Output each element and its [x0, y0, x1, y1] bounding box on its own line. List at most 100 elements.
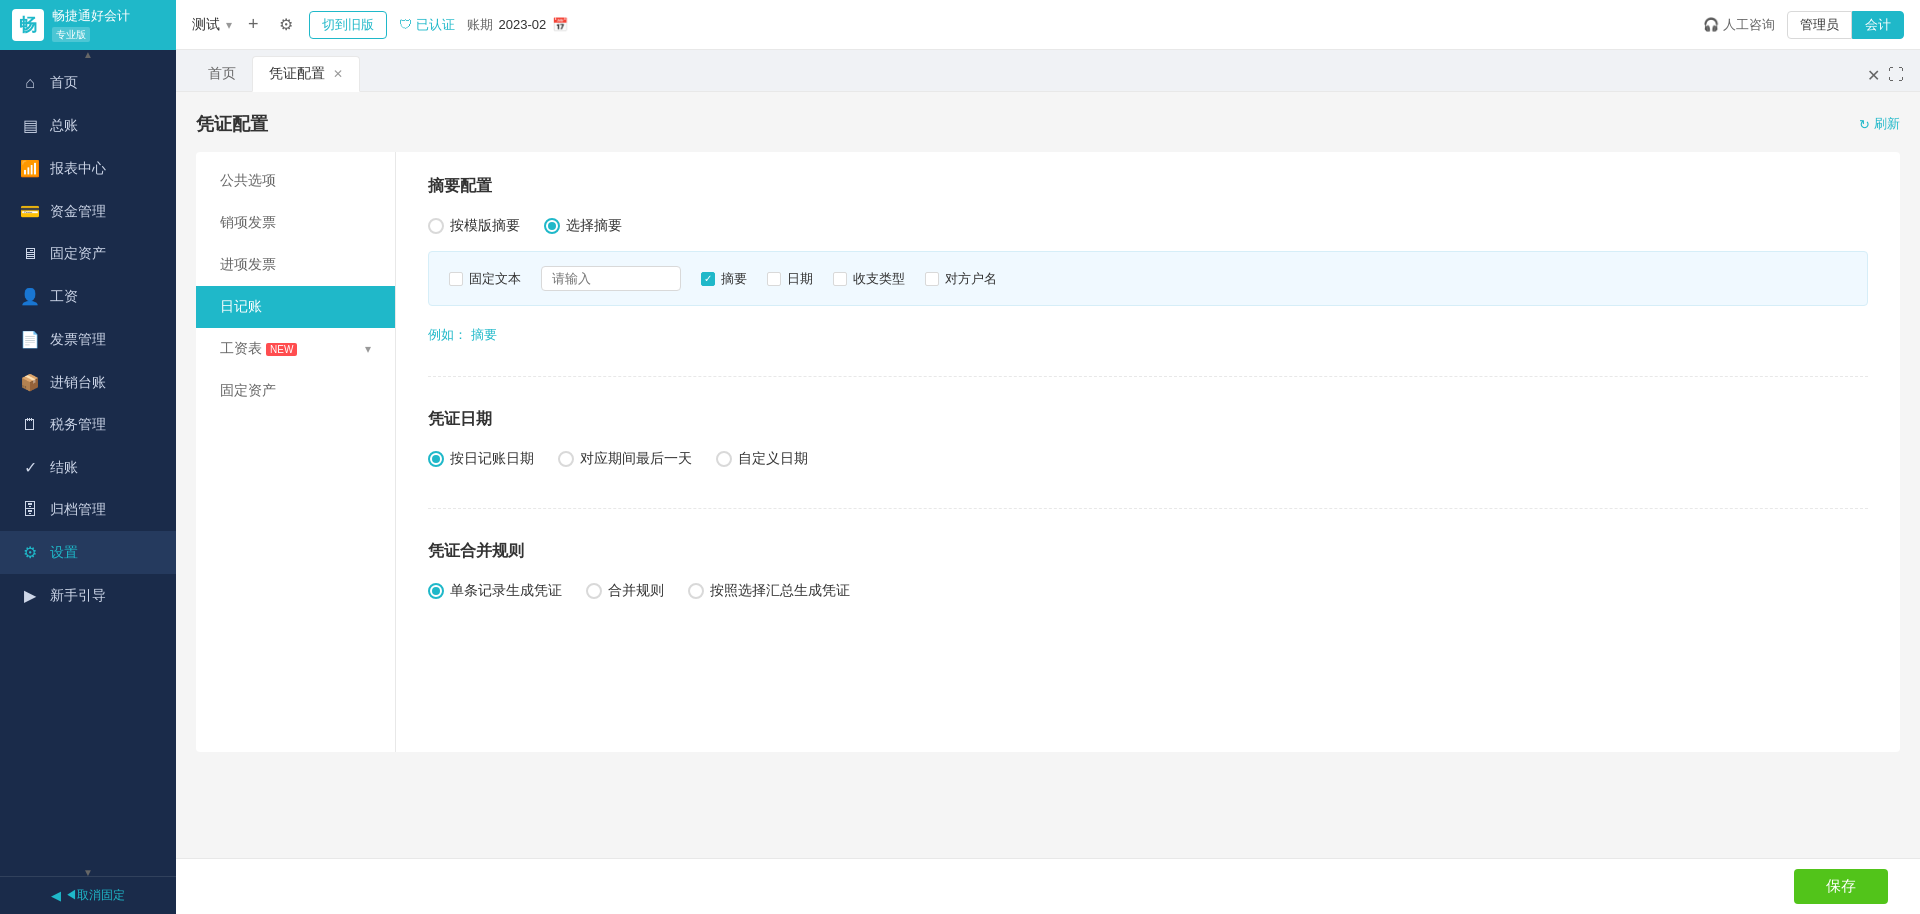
left-nav: 公共选项 销项发票 进项发票 日记账 工资表 NEW	[196, 152, 396, 752]
settings-gear-icon[interactable]: ⚙	[275, 11, 297, 38]
checkbox-pay-type-box	[833, 272, 847, 286]
sidebar-nav: ⌂ 首页 ▤ 总账 📶 报表中心 💳 资金管理 🖥 固定资产 👤 工资 📄 发票…	[0, 58, 176, 868]
radio-period-last-circle	[558, 451, 574, 467]
radio-custom-date[interactable]: 自定义日期	[716, 450, 808, 468]
archive-icon: 🗄	[20, 501, 40, 519]
example-row: 例如： 摘要	[428, 318, 1868, 352]
calendar-icon: 📅	[552, 17, 568, 32]
checkbox-summary[interactable]: ✓ 摘要	[701, 270, 747, 288]
tab-close-button[interactable]: ✕	[1867, 66, 1880, 85]
merge-radio-group: 单条记录生成凭证 合并规则 按照选择汇总生成凭证	[428, 582, 1868, 600]
checkbox-fixed-text-box	[449, 272, 463, 286]
asset-icon: 🖥	[20, 245, 40, 263]
payroll-chevron-icon: ▾	[365, 342, 371, 356]
sidebar-logo: 畅 畅捷通好会计 专业版	[0, 0, 176, 50]
left-nav-item-diary[interactable]: 日记账	[196, 286, 395, 328]
fund-icon: 💳	[20, 202, 40, 221]
sidebar-item-close[interactable]: ✓ 结账	[0, 446, 176, 489]
checkbox-fixed-text[interactable]: 固定文本	[449, 270, 521, 288]
role-button[interactable]: 会计	[1852, 11, 1904, 39]
left-nav-item-payroll[interactable]: 工资表 NEW ▾	[196, 328, 395, 370]
sidebar-item-sales[interactable]: 📦 进销台账	[0, 361, 176, 404]
sidebar-item-settings[interactable]: ⚙ 设置	[0, 531, 176, 574]
content-scroll: 凭证配置 ↻ 刷新 公共选项 销项发票	[176, 92, 1920, 914]
left-nav-item-sales-invoice[interactable]: 销项发票	[196, 202, 395, 244]
left-nav-item-public[interactable]: 公共选项	[196, 160, 395, 202]
left-nav-item-purchase-invoice[interactable]: 进项发票	[196, 244, 395, 286]
salary-icon: 👤	[20, 287, 40, 306]
home-icon: ⌂	[20, 74, 40, 92]
sales-icon: 📦	[20, 373, 40, 392]
save-button[interactable]: 保存	[1794, 869, 1888, 904]
sidebar-pin-button[interactable]: ◀ ◀取消固定	[0, 876, 176, 914]
main-area: 测试 ▾ + ⚙ 切到旧版 🛡 已认证 账期 2023-02 📅 🎧 人工咨询 …	[176, 0, 1920, 914]
add-button[interactable]: +	[244, 10, 263, 39]
tab-fullscreen-button[interactable]: ⛶	[1888, 66, 1904, 85]
invoice-icon: 📄	[20, 330, 40, 349]
tax-icon: 🗒	[20, 416, 40, 434]
sidebar-item-invoice[interactable]: 📄 发票管理	[0, 318, 176, 361]
fixed-text-input[interactable]	[541, 266, 681, 291]
sidebar-item-asset[interactable]: 🖥 固定资产	[0, 233, 176, 275]
radio-template[interactable]: 按模版摘要	[428, 217, 520, 235]
pin-icon: ◀	[51, 888, 61, 903]
summary-title: 摘要配置	[428, 176, 1868, 197]
page-header: 凭证配置 ↻ 刷新	[196, 112, 1900, 136]
tabbar: 首页 凭证配置 ✕ ✕ ⛶	[176, 50, 1920, 92]
left-nav-item-fixed-assets[interactable]: 固定资产	[196, 370, 395, 412]
settings-icon: ⚙	[20, 543, 40, 562]
radio-single[interactable]: 单条记录生成凭证	[428, 582, 562, 600]
radio-diary-date[interactable]: 按日记账日期	[428, 450, 534, 468]
checkbox-summary-box: ✓	[701, 272, 715, 286]
merge-title: 凭证合并规则	[428, 541, 1868, 562]
user-button[interactable]: 管理员	[1787, 11, 1852, 39]
period-selector[interactable]: 账期 2023-02 📅	[467, 16, 569, 34]
radio-select-merge[interactable]: 按照选择汇总生成凭证	[688, 582, 850, 600]
ledger-icon: ▤	[20, 116, 40, 135]
inner-layout: 公共选项 销项发票 进项发票 日记账 工资表 NEW	[196, 152, 1900, 752]
sidebar-item-salary[interactable]: 👤 工资	[0, 275, 176, 318]
section-merge: 凭证合并规则 单条记录生成凭证 合并规则	[428, 541, 1868, 640]
company-chevron-icon: ▾	[226, 18, 232, 32]
sidebar-item-tax[interactable]: 🗒 税务管理	[0, 404, 176, 446]
date-radio-group: 按日记账日期 对应期间最后一天 自定义日期	[428, 450, 1868, 468]
sidebar-item-home[interactable]: ⌂ 首页	[0, 62, 176, 104]
right-content: 摘要配置 按模版摘要 选择摘要	[396, 152, 1900, 752]
report-icon: 📶	[20, 159, 40, 178]
consult-button[interactable]: 🎧 人工咨询	[1703, 16, 1775, 34]
refresh-icon: ↻	[1859, 117, 1870, 132]
radio-select-merge-circle	[688, 583, 704, 599]
checkbox-counterparty[interactable]: 对方户名	[925, 270, 997, 288]
topbar: 测试 ▾ + ⚙ 切到旧版 🛡 已认证 账期 2023-02 📅 🎧 人工咨询 …	[176, 0, 1920, 50]
company-selector[interactable]: 测试 ▾	[192, 16, 232, 34]
sidebar-item-guide[interactable]: ▶ 新手引导	[0, 574, 176, 617]
company-name: 测试	[192, 16, 220, 34]
sidebar-scroll-down[interactable]: ▼	[0, 868, 176, 876]
radio-select-circle	[544, 218, 560, 234]
sidebar-item-fund[interactable]: 💳 资金管理	[0, 190, 176, 233]
content-area: 凭证配置 ↻ 刷新 公共选项 销项发票	[176, 92, 1920, 914]
old-version-button[interactable]: 切到旧版	[309, 11, 387, 39]
radio-merge-rule[interactable]: 合并规则	[586, 582, 664, 600]
radio-period-last[interactable]: 对应期间最后一天	[558, 450, 692, 468]
summary-checkbox-row: 固定文本 ✓ 摘要 日期	[428, 251, 1868, 306]
tab-close-icon[interactable]: ✕	[333, 67, 343, 81]
sidebar-scroll-up[interactable]: ▲	[0, 50, 176, 58]
sidebar-item-ledger[interactable]: ▤ 总账	[0, 104, 176, 147]
radio-merge-rule-circle	[586, 583, 602, 599]
page: 凭证配置 ↻ 刷新 公共选项 销项发票	[176, 92, 1920, 914]
tab-home[interactable]: 首页	[192, 57, 252, 91]
sidebar-item-report[interactable]: 📶 报表中心	[0, 147, 176, 190]
checkbox-date-box	[767, 272, 781, 286]
new-badge: NEW	[266, 343, 297, 356]
section-date: 凭证日期 按日记账日期 对应期间最后一天	[428, 409, 1868, 509]
radio-select[interactable]: 选择摘要	[544, 217, 622, 235]
guide-icon: ▶	[20, 586, 40, 605]
checkbox-pay-type[interactable]: 收支类型	[833, 270, 905, 288]
sidebar-item-archive[interactable]: 🗄 归档管理	[0, 489, 176, 531]
tab-voucher-config[interactable]: 凭证配置 ✕	[252, 56, 360, 92]
checkbox-date[interactable]: 日期	[767, 270, 813, 288]
refresh-button[interactable]: ↻ 刷新	[1859, 115, 1900, 133]
radio-single-circle	[428, 583, 444, 599]
example-label: 例如：	[428, 327, 467, 342]
